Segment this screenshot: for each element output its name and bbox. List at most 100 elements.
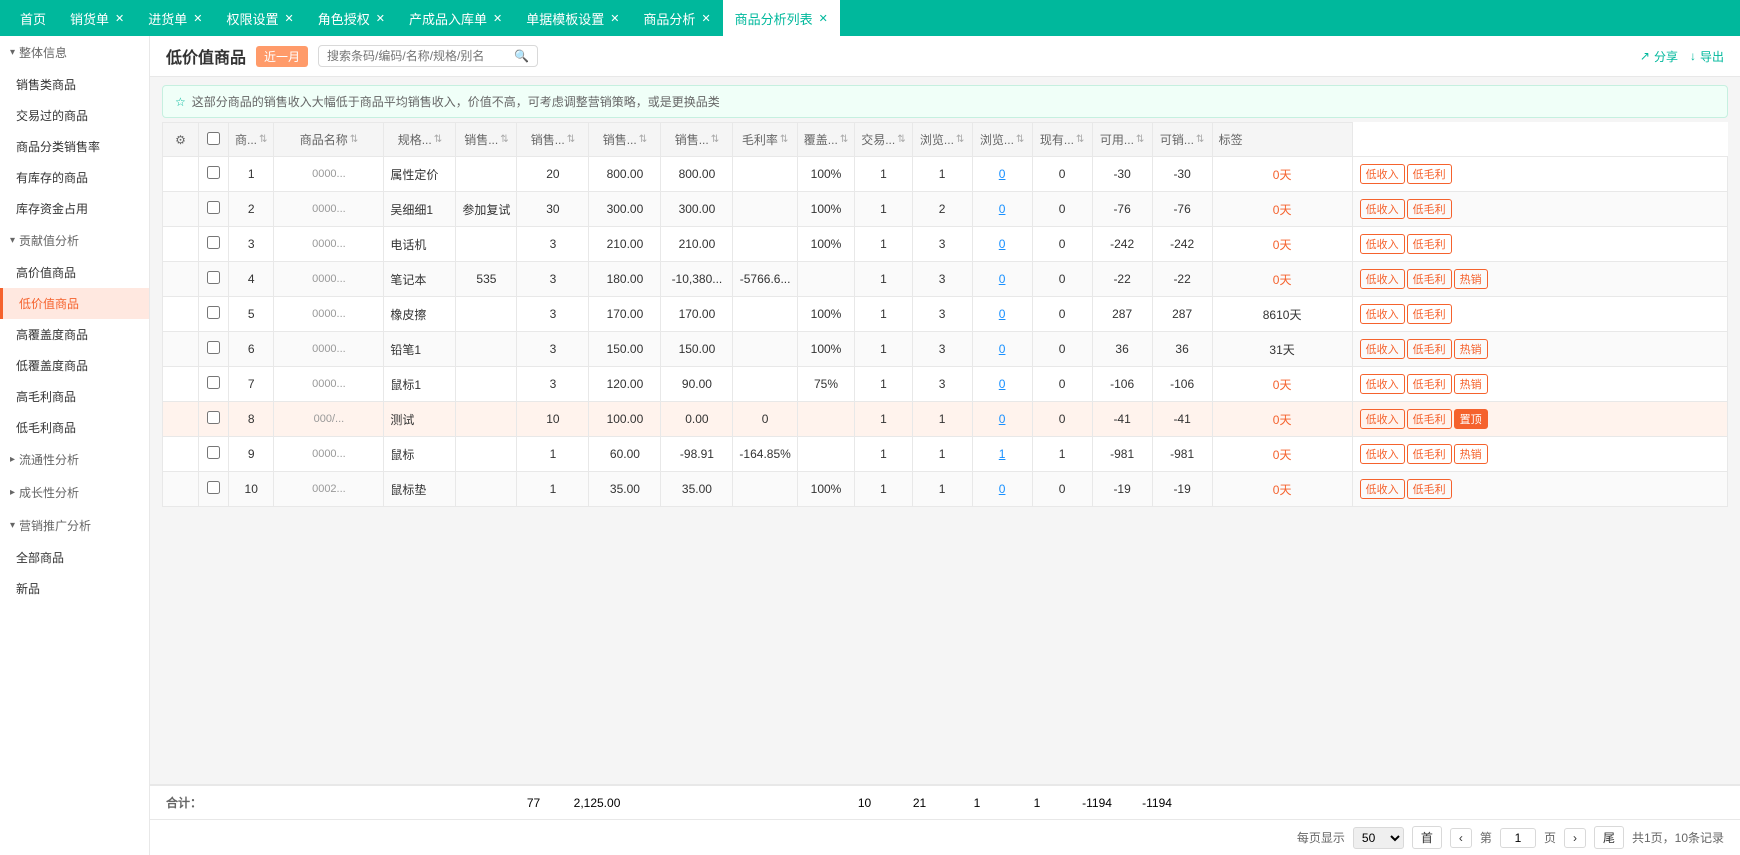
nav-permission[interactable]: 权限设置 ✕ bbox=[214, 0, 305, 36]
sidebar-item-low-margin[interactable]: 低毛利商品 bbox=[0, 412, 149, 443]
th-sales3[interactable]: 销售...⇅ bbox=[661, 123, 733, 157]
sidebar-item-category-rate[interactable]: 商品分类销售率 bbox=[0, 131, 149, 162]
row-checkbox[interactable] bbox=[207, 271, 220, 284]
th-browse2[interactable]: 浏览...⇅ bbox=[972, 123, 1032, 157]
cell-browse1[interactable]: 0 bbox=[972, 297, 1032, 332]
nav-role[interactable]: 角色授权 ✕ bbox=[306, 0, 397, 36]
row-checkbox[interactable] bbox=[207, 341, 220, 354]
sidebar-item-stock-capital[interactable]: 库存资金占用 bbox=[0, 193, 149, 224]
nav-sales[interactable]: 销货单 ✕ bbox=[58, 0, 136, 36]
th-check[interactable] bbox=[199, 123, 229, 157]
sidebar-section-marketing[interactable]: ▾ 营销推广分析 bbox=[0, 509, 149, 542]
th-sales-amt[interactable]: 销售...⇅ bbox=[517, 123, 589, 157]
row-checkbox[interactable] bbox=[207, 376, 220, 389]
select-all-checkbox[interactable] bbox=[207, 132, 220, 145]
last-page-button[interactable]: 尾 bbox=[1594, 826, 1624, 849]
next-page-button[interactable]: › bbox=[1564, 828, 1586, 848]
cell-check[interactable] bbox=[199, 227, 229, 262]
cell-browse1[interactable]: 0 bbox=[972, 227, 1032, 262]
sidebar-section-contribution[interactable]: ▾ 贡献值分析 bbox=[0, 224, 149, 257]
cell-check[interactable] bbox=[199, 157, 229, 192]
sidebar-item-high-coverage[interactable]: 高覆盖度商品 bbox=[0, 319, 149, 350]
cell-check[interactable] bbox=[199, 402, 229, 437]
nav-permission-close[interactable]: ✕ bbox=[285, 12, 294, 25]
sidebar-item-traded-goods[interactable]: 交易过的商品 bbox=[0, 100, 149, 131]
nav-analysis-list-close[interactable]: ✕ bbox=[819, 12, 828, 25]
nav-product-inbound[interactable]: 产成品入库单 ✕ bbox=[397, 0, 514, 36]
nav-purchase-close[interactable]: ✕ bbox=[193, 12, 202, 25]
cell-browse2: 0 bbox=[1032, 262, 1092, 297]
row-checkbox[interactable] bbox=[207, 236, 220, 249]
th-sales2[interactable]: 销售...⇅ bbox=[589, 123, 661, 157]
th-settings[interactable]: ⚙ bbox=[163, 123, 199, 157]
th-cover[interactable]: 覆盖...⇅ bbox=[797, 123, 854, 157]
th-name[interactable]: 商品名称⇅ bbox=[274, 123, 384, 157]
nav-role-close[interactable]: ✕ bbox=[376, 12, 385, 25]
sidebar-section-overall[interactable]: ▾ 整体信息 bbox=[0, 36, 149, 69]
filter-button[interactable]: 近一月 bbox=[256, 46, 308, 67]
row-checkbox[interactable] bbox=[207, 166, 220, 179]
cell-browse1[interactable]: 0 bbox=[972, 402, 1032, 437]
search-input[interactable] bbox=[327, 49, 510, 63]
row-checkbox[interactable] bbox=[207, 201, 220, 214]
nav-analysis-close[interactable]: ✕ bbox=[701, 12, 710, 25]
cell-sales-qty: 1 bbox=[517, 472, 589, 507]
cell-browse1[interactable]: 0 bbox=[972, 367, 1032, 402]
cell-browse1[interactable]: 0 bbox=[972, 472, 1032, 507]
share-button[interactable]: ↗ 分享 bbox=[1640, 48, 1678, 65]
row-checkbox[interactable] bbox=[207, 446, 220, 459]
nav-product-inbound-close[interactable]: ✕ bbox=[493, 12, 502, 25]
sidebar-item-all-goods[interactable]: 全部商品 bbox=[0, 542, 149, 573]
table-container[interactable]: ⚙ 商...⇅ 商品名称⇅ 规格...⇅ 销售...⇅ 销售...⇅ 销售...… bbox=[162, 122, 1728, 784]
sidebar-item-new-goods[interactable]: 新品 bbox=[0, 573, 149, 604]
search-icon[interactable]: 🔍 bbox=[514, 49, 529, 63]
cell-check[interactable] bbox=[199, 437, 229, 472]
th-num[interactable]: 商...⇅ bbox=[229, 123, 274, 157]
cell-browse1[interactable]: 1 bbox=[972, 437, 1032, 472]
sidebar-item-stocked-goods[interactable]: 有库存的商品 bbox=[0, 162, 149, 193]
sidebar-section-growth[interactable]: ▸ 成长性分析 bbox=[0, 476, 149, 509]
cell-browse1[interactable]: 0 bbox=[972, 192, 1032, 227]
sidebar-item-low-coverage[interactable]: 低覆盖度商品 bbox=[0, 350, 149, 381]
cell-check[interactable] bbox=[199, 332, 229, 367]
th-stock1[interactable]: 现有...⇅ bbox=[1032, 123, 1092, 157]
first-page-button[interactable]: 首 bbox=[1412, 826, 1442, 849]
nav-purchase[interactable]: 进货单 ✕ bbox=[136, 0, 214, 36]
prev-page-button[interactable]: ‹ bbox=[1450, 828, 1472, 848]
sidebar-item-high-value[interactable]: 高价值商品 bbox=[0, 257, 149, 288]
cell-browse1[interactable]: 0 bbox=[972, 262, 1032, 297]
cell-check[interactable] bbox=[199, 262, 229, 297]
sidebar-section-circulation[interactable]: ▸ 流通性分析 bbox=[0, 443, 149, 476]
cell-check[interactable] bbox=[199, 367, 229, 402]
nav-template-close[interactable]: ✕ bbox=[610, 12, 619, 25]
th-trade[interactable]: 交易...⇅ bbox=[855, 123, 912, 157]
sidebar-item-sales-goods[interactable]: 销售类商品 bbox=[0, 69, 149, 100]
sort-icon-sales-qty: ⇅ bbox=[500, 134, 508, 145]
cell-check[interactable] bbox=[199, 192, 229, 227]
nav-sales-close[interactable]: ✕ bbox=[115, 12, 124, 25]
cell-code: 0000... bbox=[274, 157, 384, 192]
th-margin[interactable]: 毛利率⇅ bbox=[733, 123, 797, 157]
th-sellable[interactable]: 可销...⇅ bbox=[1152, 123, 1212, 157]
nav-template[interactable]: 单据模板设置 ✕ bbox=[514, 0, 631, 36]
row-checkbox[interactable] bbox=[207, 306, 220, 319]
export-button[interactable]: ↓ 导出 bbox=[1690, 48, 1724, 65]
current-page-input[interactable]: 1 bbox=[1500, 828, 1536, 848]
nav-home[interactable]: 首页 bbox=[8, 0, 58, 36]
cell-browse1[interactable]: 0 bbox=[972, 157, 1032, 192]
row-checkbox[interactable] bbox=[207, 481, 220, 494]
cell-browse1[interactable]: 0 bbox=[972, 332, 1032, 367]
th-browse1[interactable]: 浏览...⇅ bbox=[912, 123, 972, 157]
cell-check[interactable] bbox=[199, 472, 229, 507]
row-checkbox[interactable] bbox=[207, 411, 220, 424]
nav-product-analysis-list[interactable]: 商品分析列表 ✕ bbox=[723, 0, 840, 36]
cell-check[interactable] bbox=[199, 297, 229, 332]
nav-product-analysis[interactable]: 商品分析 ✕ bbox=[631, 0, 722, 36]
th-sales-qty[interactable]: 销售...⇅ bbox=[456, 123, 517, 157]
sidebar-item-high-margin[interactable]: 高毛利商品 bbox=[0, 381, 149, 412]
th-avail[interactable]: 可用...⇅ bbox=[1092, 123, 1152, 157]
sidebar-item-low-value[interactable]: 低价值商品 bbox=[0, 288, 149, 319]
th-spec[interactable]: 规格...⇅ bbox=[384, 123, 456, 157]
cell-num: 10 bbox=[229, 472, 274, 507]
per-page-select[interactable]: 50 100 200 bbox=[1353, 827, 1404, 849]
